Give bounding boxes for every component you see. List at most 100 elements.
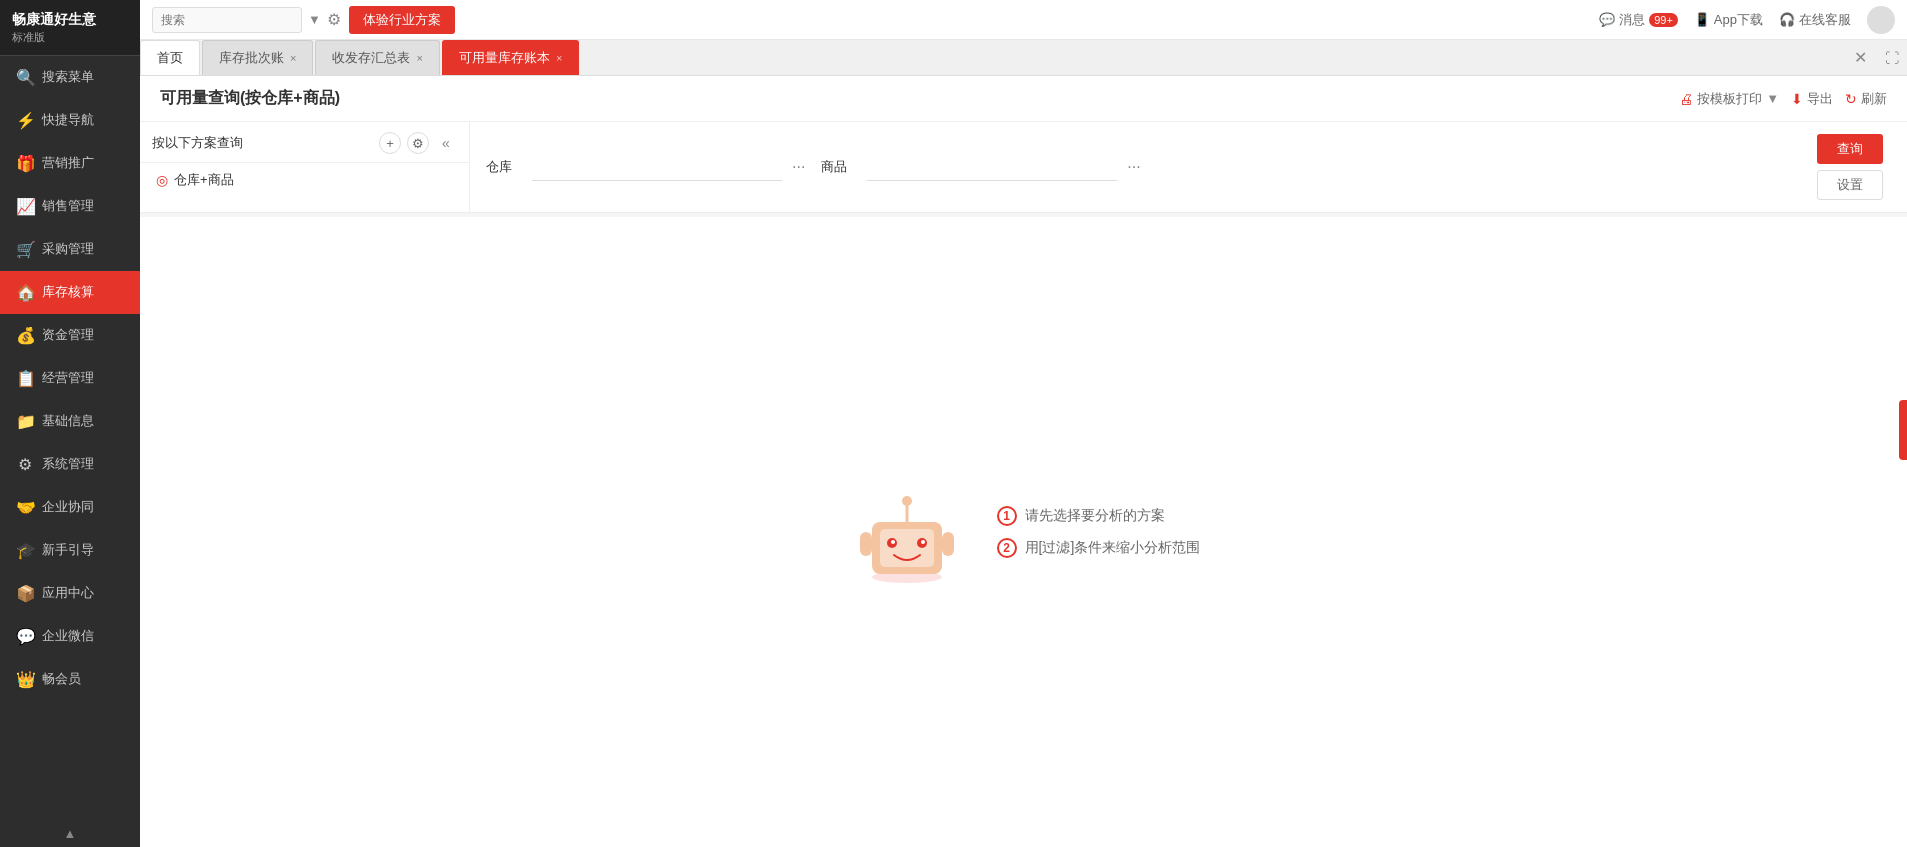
page-title: 可用量查询(按仓库+商品): [160, 88, 340, 109]
cart-icon: 🛒: [16, 240, 34, 259]
app-download-label: App下载: [1714, 11, 1763, 29]
tab-available-ledger-label: 可用量库存账本: [459, 49, 550, 67]
sidebar-item-search[interactable]: 🔍 搜索菜单: [0, 56, 140, 99]
sidebar-item-marketing[interactable]: 🎁 营销推广: [0, 142, 140, 185]
scheme-item-warehouse-goods[interactable]: ◎ 仓库+商品: [140, 163, 469, 197]
headset-icon: 🎧: [1779, 12, 1795, 27]
sidebar-item-enterprise-wechat[interactable]: 💬 企业微信: [0, 615, 140, 658]
page-content: 可用量查询(按仓库+商品) 🖨 按模板打印 ▼ ⬇ 导出 ↻ 刷新: [140, 76, 1907, 847]
topbar-actions: 💬 消息 99+ 📱 App下载 🎧 在线客服: [1599, 6, 1895, 34]
warehouse-filter-ellipsis[interactable]: ···: [788, 158, 809, 176]
search-input[interactable]: [152, 7, 302, 33]
sidebar: 畅康通好生意 标准版 🔍 搜索菜单 ⚡ 快捷导航 🎁 营销推广 📈 销售管理 🛒…: [0, 0, 140, 847]
export-btn-label: 导出: [1807, 90, 1833, 108]
dropdown-icon[interactable]: ▼: [308, 12, 321, 27]
brand-tag: 标准版: [12, 30, 128, 45]
right-eye-shine: [921, 540, 925, 544]
refresh-btn-label: 刷新: [1861, 90, 1887, 108]
maximize-button[interactable]: ⛶: [1877, 50, 1907, 66]
sidebar-item-basic-info[interactable]: 📁 基础信息: [0, 400, 140, 443]
action-buttons: 查询 设置: [1817, 134, 1891, 200]
app-download-button[interactable]: 📱 App下载: [1694, 11, 1763, 29]
sidebar-item-shortcut[interactable]: ⚡ 快捷导航: [0, 99, 140, 142]
settings-scheme-button[interactable]: ⚙: [407, 132, 429, 154]
tab-home[interactable]: 首页: [140, 40, 200, 75]
sidebar-item-label: 畅会员: [42, 670, 81, 688]
sidebar-item-label: 经营管理: [42, 369, 94, 387]
print-template-button[interactable]: 🖨 按模板打印 ▼: [1679, 90, 1779, 108]
industry-solution-button[interactable]: 体验行业方案: [349, 6, 455, 34]
collapse-scheme-button[interactable]: «: [435, 132, 457, 154]
tab-batch-account-close[interactable]: ×: [290, 52, 296, 64]
search-icon: 🔍: [16, 68, 34, 87]
chart-icon: 📈: [16, 197, 34, 216]
settings-icon[interactable]: ⚙: [327, 10, 341, 29]
tab-batch-account-label: 库存批次账: [219, 49, 284, 67]
sidebar-item-label: 快捷导航: [42, 111, 94, 129]
sidebar-item-system[interactable]: ⚙ 系统管理: [0, 443, 140, 486]
warehouse-filter-input[interactable]: [532, 153, 782, 181]
handshake-icon: 🤝: [16, 498, 34, 517]
export-button[interactable]: ⬇ 导出: [1791, 90, 1833, 108]
goods-filter-ellipsis[interactable]: ···: [1123, 158, 1144, 176]
arm-right: [942, 532, 954, 556]
refresh-button[interactable]: ↻ 刷新: [1845, 90, 1887, 108]
sidebar-item-finance[interactable]: 💰 资金管理: [0, 314, 140, 357]
add-scheme-button[interactable]: +: [379, 132, 401, 154]
empty-hint-2: 2 用[过滤]条件来缩小分析范围: [997, 538, 1201, 558]
sidebar-item-purchase[interactable]: 🛒 采购管理: [0, 228, 140, 271]
warehouse-filter-label: 仓库: [486, 158, 526, 176]
sidebar-item-app-center[interactable]: 📦 应用中心: [0, 572, 140, 615]
sidebar-item-sales[interactable]: 📈 销售管理: [0, 185, 140, 228]
scheme-panel: 按以下方案查询 + ⚙ « ◎ 仓库+商品: [140, 122, 470, 212]
message-icon: 💬: [1599, 12, 1615, 27]
main-content: ▼ ⚙ 体验行业方案 💬 消息 99+ 📱 App下载 🎧 在线客服 首页: [140, 0, 1907, 847]
sidebar-item-enterprise[interactable]: 🤝 企业协同: [0, 486, 140, 529]
sidebar-item-inventory[interactable]: 🏠 库存核算: [0, 271, 140, 314]
sidebar-item-newbie[interactable]: 🎓 新手引导: [0, 529, 140, 572]
sidebar-item-label: 应用中心: [42, 584, 94, 602]
hint-number-1: 1: [997, 506, 1017, 526]
query-area: 按以下方案查询 + ⚙ « ◎ 仓库+商品 仓库: [140, 122, 1907, 213]
sidebar-item-vip[interactable]: 👑 畅会员: [0, 658, 140, 701]
user-avatar[interactable]: [1867, 6, 1895, 34]
export-icon: ⬇: [1791, 91, 1803, 107]
left-eye-shine: [891, 540, 895, 544]
hint-number-2: 2: [997, 538, 1017, 558]
sidebar-item-label: 资金管理: [42, 326, 94, 344]
sidebar-item-label: 营销推广: [42, 154, 94, 172]
query-button[interactable]: 查询: [1817, 134, 1883, 164]
filter-area: 仓库 ··· 商品 ··· 查询 设置: [470, 122, 1907, 212]
box-icon: 📦: [16, 584, 34, 603]
sidebar-item-label: 采购管理: [42, 240, 94, 258]
online-service-button[interactable]: 🎧 在线客服: [1779, 11, 1851, 29]
face-area: [880, 529, 934, 567]
message-label: 消息: [1619, 11, 1645, 29]
tab-home-label: 首页: [157, 49, 183, 67]
gear-icon: ⚙: [16, 455, 34, 474]
goods-filter-input[interactable]: [867, 153, 1117, 181]
close-all-tabs-button[interactable]: ✕: [1844, 48, 1877, 67]
refresh-icon: ↻: [1845, 91, 1857, 107]
lightning-icon: ⚡: [16, 111, 34, 130]
goods-filter-group: 商品 ···: [821, 153, 1144, 181]
tab-available-ledger[interactable]: 可用量库存账本 ×: [442, 40, 579, 75]
tab-receipt-summary[interactable]: 收发存汇总表 ×: [315, 40, 439, 75]
antenna-ball: [902, 496, 912, 506]
message-button[interactable]: 💬 消息 99+: [1599, 11, 1678, 29]
tab-available-ledger-close[interactable]: ×: [556, 52, 562, 64]
print-dropdown-icon[interactable]: ▼: [1766, 91, 1779, 106]
tab-batch-account[interactable]: 库存批次账 ×: [202, 40, 313, 75]
empty-text-block: 1 请先选择要分析的方案 2 用[过滤]条件来缩小分析范围: [997, 506, 1201, 558]
sidebar-item-label: 新手引导: [42, 541, 94, 559]
money-icon: 💰: [16, 326, 34, 345]
tab-receipt-summary-close[interactable]: ×: [416, 52, 422, 64]
goods-filter-label: 商品: [821, 158, 861, 176]
graduation-icon: 🎓: [16, 541, 34, 560]
hint-text-1: 请先选择要分析的方案: [1025, 507, 1165, 525]
sidebar-item-operations[interactable]: 📋 经营管理: [0, 357, 140, 400]
settings-button[interactable]: 设置: [1817, 170, 1883, 200]
sidebar-scroll-up[interactable]: ▲: [0, 820, 140, 847]
topbar: ▼ ⚙ 体验行业方案 💬 消息 99+ 📱 App下载 🎧 在线客服: [140, 0, 1907, 40]
topbar-search-area: ▼ ⚙: [152, 7, 341, 33]
